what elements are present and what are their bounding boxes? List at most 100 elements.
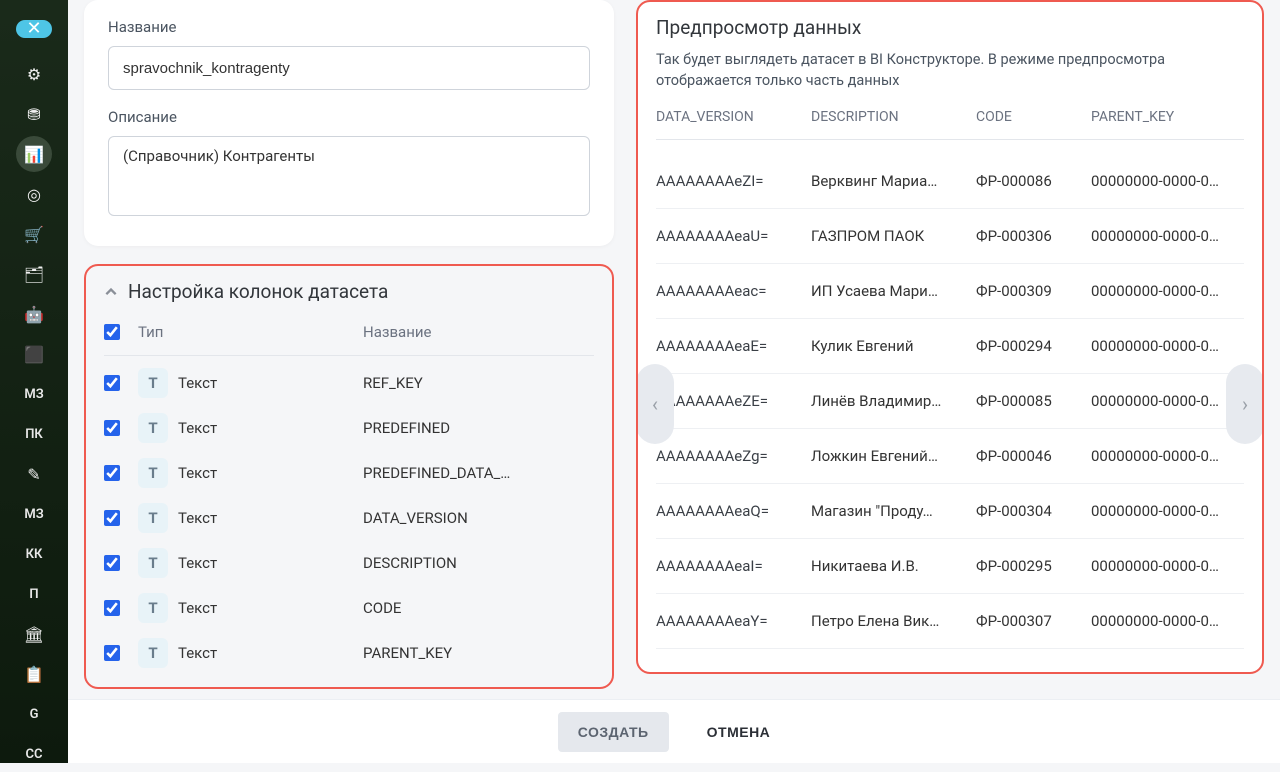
clipboard-icon[interactable]: 📋 — [16, 656, 52, 692]
cell-data-version: AAAAAAAAeZg= — [656, 447, 811, 465]
cell-data-version: AAAAAAAAeac= — [656, 282, 811, 300]
type-text: Текст — [178, 599, 217, 617]
preview-card: Предпросмотр данных Так будет выглядеть … — [636, 0, 1264, 674]
type-icon: T — [138, 368, 168, 398]
mz-1[interactable]: МЗ — [16, 376, 52, 412]
cell-description: Ложкин Евгений… — [811, 447, 976, 465]
preview-subtitle: Так будет выглядеть датасет в BI Констру… — [656, 49, 1244, 91]
cell-parent-key: 00000000-0000-0… — [1091, 282, 1231, 300]
g[interactable]: G — [16, 696, 52, 732]
columns-header-row: Тип Название — [104, 319, 594, 356]
column-name: CODE — [363, 599, 594, 617]
cell-code: ФР-000046 — [976, 447, 1091, 465]
cell-description: ГАЗПРОМ ПАОК — [811, 227, 976, 245]
scroll-left-button[interactable]: ‹ — [636, 364, 674, 444]
preview-row: AAAAAAAAeZE=Линёв Владимир…ФР-0000850000… — [656, 374, 1244, 429]
cell-parent-key: 00000000-0000-0… — [1091, 172, 1231, 190]
type-text: Текст — [178, 509, 217, 527]
type-icon: T — [138, 638, 168, 668]
preview-row: AAAAAAAAeaU=ГАЗПРОМ ПАОКФР-0003060000000… — [656, 209, 1244, 264]
cell-data-version: AAAAAAAAeaE= — [656, 337, 811, 355]
cell-data-version: AAAAAAAAeaQ= — [656, 502, 811, 520]
create-button[interactable]: Создать — [558, 712, 669, 752]
type-text: Текст — [178, 644, 217, 662]
type-icon: T — [138, 413, 168, 443]
preview-row: AAAAAAAAeac=ИП Усаева Мари…ФР-0003090000… — [656, 264, 1244, 319]
column-row: T Текст PARENT_KEY — [104, 630, 594, 675]
preview-row: AAAAAAAAeZg=Ложкин Евгений…ФР-0000460000… — [656, 429, 1244, 484]
column-checkbox[interactable] — [104, 600, 120, 616]
cell-description: Магазин "Проду… — [811, 502, 976, 520]
cell-parent-key: 00000000-0000-0… — [1091, 227, 1231, 245]
cell-parent-key: 00000000-0000-0… — [1091, 557, 1231, 575]
type-icon: T — [138, 503, 168, 533]
cell-parent-key: 00000000-0000-0… — [1091, 337, 1231, 355]
filter-icon[interactable]: ⛃ — [16, 96, 52, 132]
cell-parent-key: 00000000-0000-0… — [1091, 612, 1231, 630]
close-button[interactable]: ✕ — [16, 20, 52, 38]
col-header: PARENT_KEY — [1091, 109, 1231, 125]
column-checkbox[interactable] — [104, 510, 120, 526]
cube-icon[interactable]: ⬛ — [16, 336, 52, 372]
close-icon: ✕ — [26, 20, 41, 38]
preview-table-header: DATA_VERSION DESCRIPTION CODE PARENT_KEY — [656, 109, 1244, 140]
column-name: PARENT_KEY — [363, 644, 594, 662]
column-checkbox[interactable] — [104, 375, 120, 391]
column-name: DATA_VERSION — [363, 509, 594, 527]
footer: Создать Отмена — [68, 699, 1280, 763]
target-icon[interactable]: ◎ — [16, 176, 52, 212]
preview-row: AAAAAAAAeaY=Петро Елена Вик…ФР-000307000… — [656, 594, 1244, 649]
desc-input[interactable]: (Справочник) Контрагенты — [108, 136, 590, 216]
name-header: Название — [363, 323, 594, 341]
column-name: PREDEFINED_DATA_… — [363, 464, 594, 482]
column-checkbox[interactable] — [104, 420, 120, 436]
cart-icon[interactable]: 🛒 — [16, 216, 52, 252]
p[interactable]: П — [16, 576, 52, 612]
cell-code: ФР-000307 — [976, 612, 1091, 630]
sidebar: ✕ ⚙⛃📊◎🛒🗂🤖⬛МЗПК✎МЗККП🏛📋GСС — [0, 0, 68, 763]
cell-description: ИП Усаева Мари… — [811, 282, 976, 300]
preview-row: AAAAAAAAeaI=Никитаева И.В.ФР-00029500000… — [656, 539, 1244, 594]
cc[interactable]: СС — [16, 736, 52, 772]
name-input[interactable] — [108, 46, 590, 90]
settings-icon[interactable]: ⚙ — [16, 56, 52, 92]
column-name: PREDEFINED — [363, 419, 594, 437]
type-text: Текст — [178, 554, 217, 572]
scroll-right-button[interactable]: › — [1226, 364, 1264, 444]
cell-parent-key: 00000000-0000-0… — [1091, 502, 1231, 520]
cancel-button[interactable]: Отмена — [687, 712, 791, 752]
name-label: Название — [108, 18, 590, 36]
col-header: DATA_VERSION — [656, 109, 811, 125]
cell-code: ФР-000294 — [976, 337, 1091, 355]
cell-code: ФР-000086 — [976, 172, 1091, 190]
column-checkbox[interactable] — [104, 465, 120, 481]
column-row: TТекстPREDEFINED — [104, 405, 594, 450]
chevron-down-icon[interactable] — [104, 285, 118, 299]
columns-card: Настройка колонок датасета Тип Название … — [84, 264, 614, 689]
charts-icon[interactable]: 📊 — [16, 136, 52, 172]
cell-description: Линёв Владимир… — [811, 392, 976, 410]
card-icon[interactable]: 🗂 — [16, 256, 52, 292]
columns-title: Настройка колонок датасета — [128, 280, 388, 303]
preview-row: AAAAAAAAeaE=Кулик ЕвгенийФР-000294000000… — [656, 319, 1244, 374]
select-all-checkbox[interactable] — [104, 324, 120, 340]
cell-code: ФР-000085 — [976, 392, 1091, 410]
column-checkbox[interactable] — [104, 645, 120, 661]
cell-code: ФР-000309 — [976, 282, 1091, 300]
pk[interactable]: ПК — [16, 416, 52, 452]
form-card: Название Описание (Справочник) Контраген… — [84, 0, 614, 246]
cell-data-version: AAAAAAAAeaY= — [656, 612, 811, 630]
type-header: Тип — [138, 323, 363, 341]
column-checkbox[interactable] — [104, 555, 120, 571]
cell-parent-key: 00000000-0000-0… — [1091, 447, 1231, 465]
mz-2[interactable]: МЗ — [16, 496, 52, 532]
kk[interactable]: КК — [16, 536, 52, 572]
column-row: TТекстCODE — [104, 585, 594, 630]
preview-row: AAAAAAAAeaQ=Магазин "Проду…ФР-0003040000… — [656, 484, 1244, 539]
bank-icon[interactable]: 🏛 — [16, 616, 52, 652]
cell-code: ФР-000295 — [976, 557, 1091, 575]
edit-icon[interactable]: ✎ — [16, 456, 52, 492]
column-row: TТекстREF_KEY — [104, 360, 594, 405]
cell-data-version: AAAAAAAAeZI= — [656, 172, 811, 190]
robot-icon[interactable]: 🤖 — [16, 296, 52, 332]
